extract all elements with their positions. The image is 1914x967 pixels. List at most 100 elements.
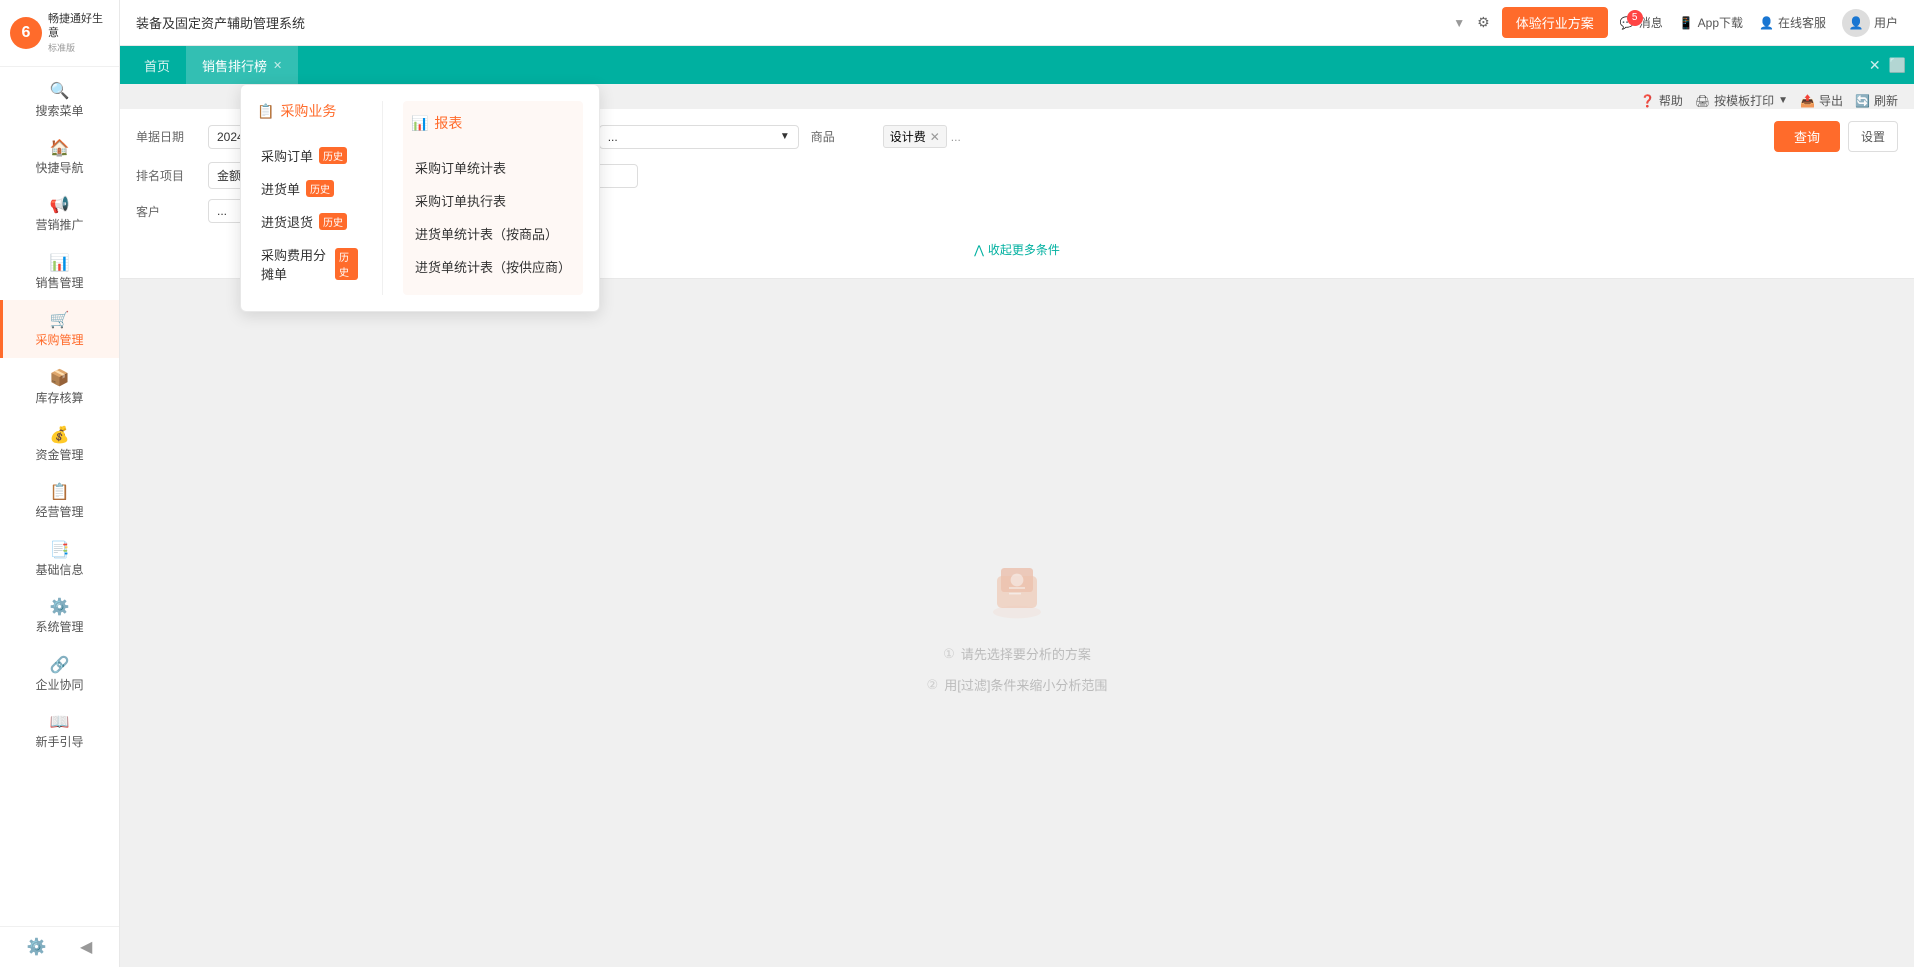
sidebar-item-quicknav-label: 快捷导航 (35, 161, 83, 175)
setting-button[interactable]: 设置 (1848, 121, 1898, 152)
purchase-receive-label: 进货单 (261, 179, 300, 198)
industry-btn[interactable]: 体验行业方案 (1502, 7, 1608, 38)
notification-wrap: 💬 5 (1620, 16, 1635, 30)
header-settings-icon[interactable]: ⚙ (1477, 14, 1490, 31)
tab-home[interactable]: 首页 (128, 46, 186, 84)
sidebar-item-operations-label: 经营管理 (35, 505, 83, 519)
logo-badge: 标准版 (48, 41, 109, 54)
purchase-icon: 🛒 (50, 310, 70, 330)
online-service-btn[interactable]: 👤 在线客服 (1759, 14, 1826, 31)
notification-btn[interactable]: 💬 5 消息 (1620, 14, 1663, 31)
sidebar-item-basicinfo-label: 基础信息 (35, 563, 83, 577)
settings-button[interactable]: ⚙️ (27, 937, 47, 957)
sidebar-item-marketing[interactable]: 📢 营销推广 (0, 185, 119, 242)
report-1-label: 采购订单统计表 (415, 158, 506, 177)
sidebar-item-marketing-label: 营销推广 (35, 218, 83, 232)
dropdown-item-purchase-receive[interactable]: 进货单 历史 (257, 172, 362, 205)
hint-bullet-2: ② (927, 677, 939, 693)
sidebar-bottom: ⚙️ ◀ (0, 926, 119, 967)
status-input[interactable]: ... ▼ (599, 125, 799, 149)
sidebar-item-enterprise[interactable]: 🔗 企业协同 (0, 645, 119, 702)
dropdown-report-title: 📊 报表 (411, 113, 575, 139)
query-button[interactable]: 查询 (1774, 121, 1840, 152)
sidebar-item-system[interactable]: ⚙️ 系统管理 (0, 587, 119, 644)
enterprise-icon: 🔗 (50, 655, 70, 675)
sidebar-item-quick-nav[interactable]: 🏠 快捷导航 (0, 128, 119, 185)
service-icon: 👤 (1759, 16, 1774, 30)
goods-tag-close[interactable]: ✕ (930, 130, 940, 144)
empty-illustration (977, 552, 1057, 632)
sidebar-item-system-label: 系统管理 (35, 620, 83, 634)
customer-label: 客户 (136, 203, 196, 220)
maximize-icon[interactable]: ⬜ (1889, 57, 1906, 74)
purchase-section-icon: 📋 (257, 103, 274, 120)
system-icon: ⚙️ (50, 597, 70, 617)
sidebar-item-purchase[interactable]: 🛒 采购管理 (0, 300, 119, 357)
print-label: 按模板打印 (1714, 92, 1774, 109)
help-icon: ❓ (1640, 94, 1655, 108)
sidebar-item-finance-label: 资金管理 (35, 448, 83, 462)
app-logo: 6 畅捷通好生意 标准版 (0, 0, 119, 67)
rank-label: 排名项目 (136, 167, 196, 184)
report-4-label: 进货单统计表（按供应商） (415, 257, 571, 276)
dropdown-arrow-icon[interactable]: ▼ (1453, 16, 1465, 30)
filter-actions: 查询 设置 (1774, 121, 1898, 152)
date-label: 单据日期 (136, 128, 196, 145)
dropdown-item-report-2[interactable]: 采购订单执行表 (411, 184, 575, 217)
user-menu-btn[interactable]: 👤 用户 (1842, 9, 1898, 37)
dropdown-item-report-4[interactable]: 进货单统计表（按供应商） (411, 250, 575, 283)
sidebar-item-basic-info[interactable]: 📑 基础信息 (0, 530, 119, 587)
tab-window-buttons: ✕ ⬜ (1869, 57, 1906, 74)
report-section-icon: 📊 (411, 115, 428, 132)
marketing-icon: 📢 (50, 195, 70, 215)
sidebar-item-search[interactable]: 🔍 搜索菜单 (0, 71, 119, 128)
goods-tag: 设计费 ✕ (883, 125, 947, 148)
close-window-icon[interactable]: ✕ (1869, 57, 1881, 74)
report-3-label: 进货单统计表（按商品） (415, 224, 558, 243)
dropdown-item-purchase-fee[interactable]: 采购费用分摊单 历史 (257, 238, 362, 290)
header-actions: 💬 5 消息 📱 App下载 👤 在线客服 👤 用户 (1620, 9, 1898, 37)
sidebar-item-guide[interactable]: 📖 新手引导 (0, 702, 119, 759)
home-icon: 🏠 (50, 138, 70, 158)
goods-more[interactable]: ... (951, 130, 961, 144)
tab-home-label: 首页 (144, 56, 170, 75)
sidebar-item-operations[interactable]: 📋 经营管理 (0, 472, 119, 529)
sidebar-item-inventory-label: 库存核算 (35, 391, 83, 405)
collapse-up-icon: ⋀ (974, 243, 984, 257)
empty-text-1: 请先选择要分析的方案 (961, 644, 1091, 663)
finance-icon: 💰 (50, 425, 70, 445)
dropdown-item-purchase-order[interactable]: 采购订单 历史 (257, 139, 362, 172)
export-icon: 📤 (1800, 94, 1815, 108)
dropdown-item-purchase-return[interactable]: 进货退货 历史 (257, 205, 362, 238)
help-btn[interactable]: ❓ 帮助 (1640, 92, 1683, 109)
online-service-label: 在线客服 (1778, 14, 1826, 31)
goods-tag-text: 设计费 (890, 128, 926, 145)
tab-close-icon[interactable]: ✕ (273, 59, 282, 72)
goods-label: 商品 (811, 128, 871, 145)
report-section-title-text: 报表 (434, 113, 462, 133)
sidebar-item-sales[interactable]: 📊 销售管理 (0, 243, 119, 300)
avatar: 👤 (1842, 9, 1870, 37)
print-btn[interactable]: 🖨 按模板打印 ▼ (1695, 92, 1788, 109)
top-header: 装备及固定资产辅助管理系统 ▼ ⚙ 体验行业方案 💬 5 消息 📱 App下载 … (120, 0, 1914, 46)
collapse-sidebar-button[interactable]: ◀ (80, 937, 92, 957)
empty-state: ① 请先选择要分析的方案 ② 用[过滤]条件来缩小分析范围 (120, 279, 1914, 967)
sidebar-item-finance[interactable]: 💰 资金管理 (0, 415, 119, 472)
app-download-btn[interactable]: 📱 App下载 (1679, 14, 1743, 31)
dropdown-report-section: 📊 报表 采购订单统计表 采购订单执行表 进货单统计表（按商品） 进货单统计表（… (403, 101, 583, 295)
purchase-fee-label: 采购费用分摊单 (261, 245, 329, 283)
sidebar-item-inventory[interactable]: 📦 库存核算 (0, 358, 119, 415)
tab-sales-rank[interactable]: 销售排行榜 ✕ (186, 46, 298, 84)
dropdown-purchase-title: 📋 采购业务 (257, 101, 362, 127)
user-label: 用户 (1874, 14, 1898, 31)
dropdown-item-report-3[interactable]: 进货单统计表（按商品） (411, 217, 575, 250)
phone-icon: 📱 (1679, 16, 1694, 30)
refresh-label: 刷新 (1874, 92, 1898, 109)
guide-icon: 📖 (50, 712, 70, 732)
dropdown-item-report-1[interactable]: 采购订单统计表 (411, 151, 575, 184)
export-btn[interactable]: 📤 导出 (1800, 92, 1843, 109)
purchase-return-label: 进货退货 (261, 212, 313, 231)
hint-bullet-1: ① (943, 646, 955, 662)
sidebar-item-enterprise-label: 企业协同 (35, 678, 83, 692)
refresh-btn[interactable]: 🔄 刷新 (1855, 92, 1898, 109)
